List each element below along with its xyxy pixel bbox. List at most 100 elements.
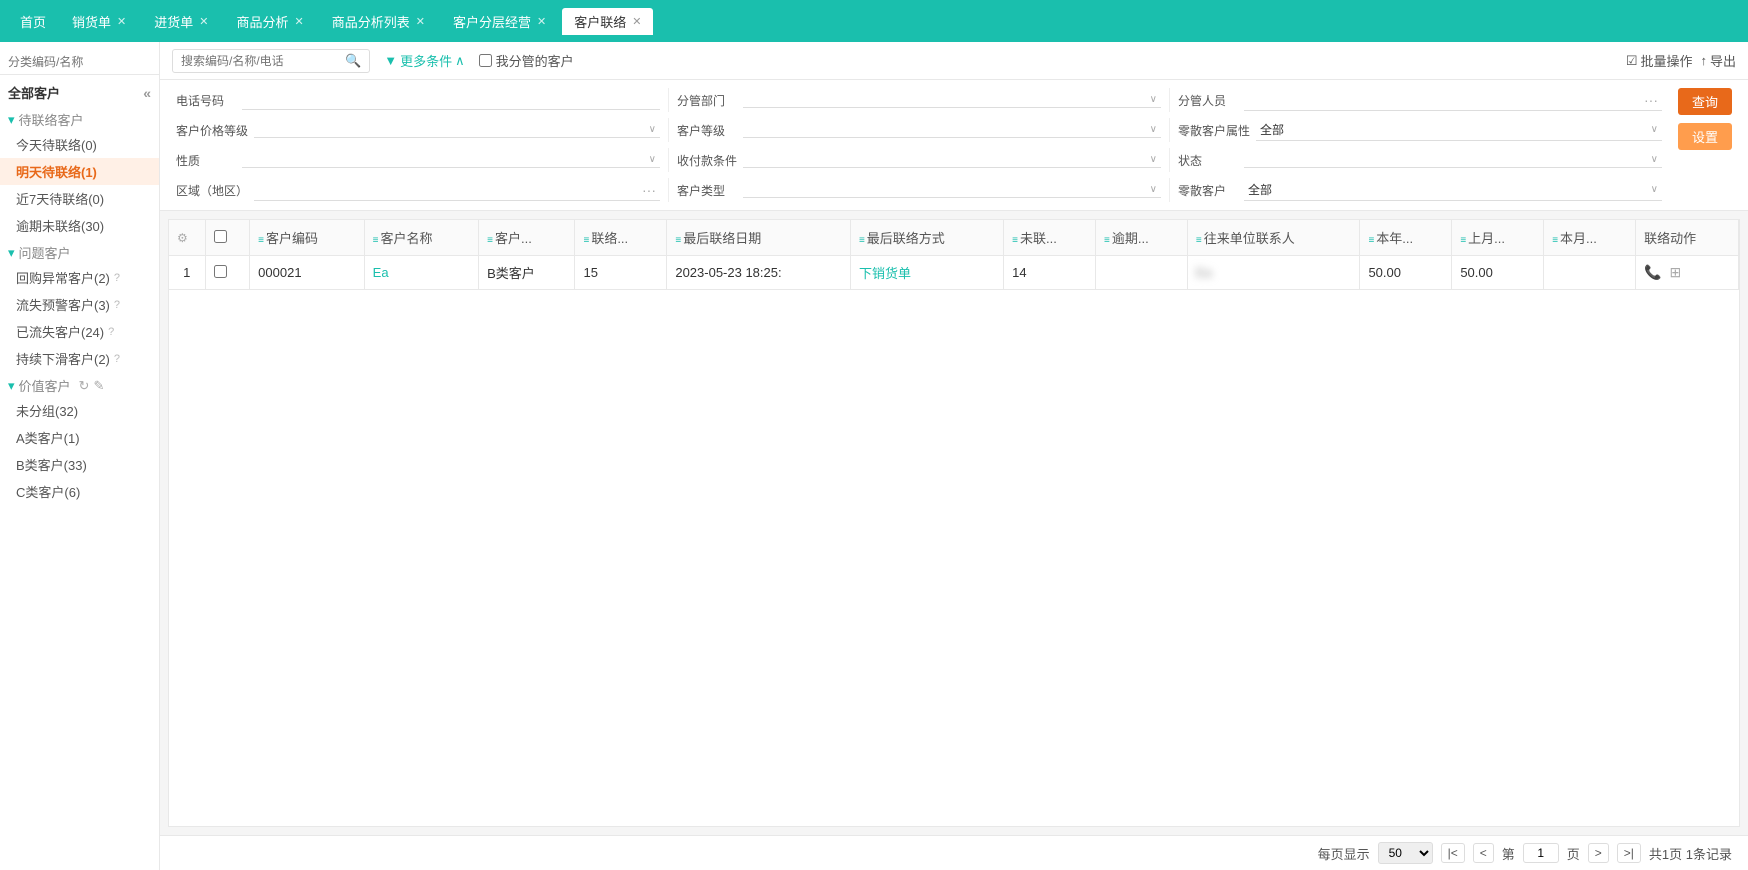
filter-phone: 电话号码 xyxy=(176,91,660,110)
sidebar-tomorrow-pending[interactable]: 明天待联络(1) xyxy=(0,158,159,185)
my-customers-filter[interactable]: 我分管的客户 xyxy=(479,51,574,70)
page-input[interactable] xyxy=(1523,843,1559,863)
filter-nature-select[interactable]: ∨ xyxy=(242,152,660,168)
export-btn[interactable]: ↑ 导出 xyxy=(1700,51,1736,70)
th-this-year: ≡本年... xyxy=(1360,220,1452,256)
page-label-2: 页 xyxy=(1567,844,1580,863)
th-gear[interactable]: ⚙ xyxy=(169,220,205,256)
sidebar-churned[interactable]: 已流失客户(24) ? xyxy=(0,318,159,345)
filter-retail-select[interactable]: 全部 ∨ xyxy=(1244,179,1662,201)
nav-segment-close[interactable]: ✕ xyxy=(537,15,546,28)
sidebar-ungrouped[interactable]: 未分组(32) xyxy=(0,397,159,424)
batch-op-btn[interactable]: ☑ 批量操作 xyxy=(1626,51,1693,70)
td-name[interactable]: Ea xyxy=(364,256,478,290)
td-last-method[interactable]: 下销货单 xyxy=(850,256,1003,290)
sidebar: 🔍 全部客户 « ▾ 待联络客户 今天待联络(0) 明天待联络(1) 近7天待联… xyxy=(0,42,160,870)
nav-customer-segment[interactable]: 客户分层经营 ✕ xyxy=(441,8,558,35)
settings-button[interactable]: 设置 xyxy=(1678,123,1732,150)
filter-level-select[interactable]: ∨ xyxy=(743,122,1161,138)
sidebar-declining[interactable]: 持续下滑客户(2) ? xyxy=(0,345,159,372)
last-page-btn[interactable]: >| xyxy=(1617,843,1641,863)
sidebar-overdue-pending[interactable]: 逾期未联络(30) xyxy=(0,212,159,239)
nav-home[interactable]: 首页 xyxy=(10,8,56,35)
filter-row-3: 性质 ∨ 收付款条件 ∨ xyxy=(176,148,1662,172)
payment-chevron: ∨ xyxy=(1150,154,1157,165)
th-checkbox[interactable] xyxy=(205,220,250,256)
nav-sales-close[interactable]: ✕ xyxy=(117,15,126,28)
filter-payment: 收付款条件 ∨ xyxy=(677,152,1161,169)
refresh-icon[interactable]: ↻ xyxy=(79,378,90,394)
nav-contact-close[interactable]: ✕ xyxy=(632,15,641,28)
filter-price-level: 客户价格等级 ∨ xyxy=(176,122,660,139)
filter-status: 状态 ∨ xyxy=(1178,152,1662,169)
filter-price-select[interactable]: ∨ xyxy=(254,122,660,138)
filter-actions: 查询 设置 xyxy=(1678,88,1732,202)
filter-retail: 零散客户 全部 ∨ xyxy=(1178,179,1662,201)
batch-op-label: 批量操作 xyxy=(1640,51,1692,70)
region-dots[interactable]: ··· xyxy=(642,182,656,198)
filter-retail-attr-label: 零散客户属性 xyxy=(1178,122,1250,139)
select-all-checkbox[interactable] xyxy=(214,230,227,243)
sidebar-search-input[interactable] xyxy=(8,55,160,69)
filter-type-select[interactable]: ∨ xyxy=(743,182,1161,198)
table-header-row: ⚙ ≡客户编码 ≡客户名称 ≡客户... ≡联络... ≡最后联络日期 ≡最后联… xyxy=(169,220,1739,256)
filter-type: 客户类型 ∨ xyxy=(677,182,1161,199)
filter-label: 更多条件 xyxy=(400,51,452,70)
filter-payment-select[interactable]: ∨ xyxy=(743,152,1161,168)
sidebar-7days-pending[interactable]: 近7天待联络(0) xyxy=(0,185,159,212)
sidebar-class-a[interactable]: A类客户(1) xyxy=(0,424,159,451)
nav-customer-segment-label: 客户分层经营 xyxy=(453,12,531,31)
my-customers-checkbox[interactable] xyxy=(479,54,492,67)
page-size-select[interactable]: 50 10 20 100 xyxy=(1378,842,1433,864)
search-input[interactable] xyxy=(181,54,341,68)
retail2-chevron: ∨ xyxy=(1651,184,1658,195)
more-filters-btn[interactable]: ▼ 更多条件 ∧ xyxy=(378,48,470,73)
nav-product-list-close[interactable]: ✕ xyxy=(416,15,425,28)
sidebar-class-c[interactable]: C类客户(6) xyxy=(0,478,159,505)
row-checkbox[interactable] xyxy=(214,265,227,278)
filter-retail-attr-select[interactable]: 全部 ∨ xyxy=(1256,119,1662,141)
manager-dots[interactable]: ··· xyxy=(1644,92,1658,108)
filter-region-select[interactable]: ··· xyxy=(254,180,660,201)
problem-customers-label: 问题客户 xyxy=(19,243,71,262)
next-page-btn[interactable]: > xyxy=(1588,843,1609,863)
help-icon-1: ? xyxy=(114,272,120,284)
collapse-btn[interactable]: « xyxy=(143,85,151,101)
nav-product-analysis[interactable]: 商品分析 ✕ xyxy=(224,8,315,35)
filter-status-select[interactable]: ∨ xyxy=(1244,152,1662,168)
home-label: 首页 xyxy=(20,12,46,31)
td-contact-person: Ea xyxy=(1187,256,1360,290)
nav-customer-contact[interactable]: 客户联络 ✕ xyxy=(562,8,653,35)
filter-manager: 分管人员 ··· xyxy=(1178,90,1662,111)
td-this-month xyxy=(1544,256,1636,290)
nav-product-analysis-list[interactable]: 商品分析列表 ✕ xyxy=(320,8,437,35)
query-button[interactable]: 查询 xyxy=(1678,88,1732,115)
export-icon: ↑ xyxy=(1700,53,1707,68)
filter-dept-select[interactable]: ∨ xyxy=(743,92,1161,108)
nav-product-close[interactable]: ✕ xyxy=(295,15,304,28)
td-checkbox[interactable] xyxy=(205,256,250,290)
filter-manager-label: 分管人员 xyxy=(1178,92,1238,109)
edit-icon[interactable]: ✎ xyxy=(93,378,104,394)
nav-contact-label: 客户联络 xyxy=(574,12,626,31)
search-icon[interactable]: 🔍 xyxy=(345,53,361,69)
nav-sales-order[interactable]: 销货单 ✕ xyxy=(60,8,138,35)
th-uncontacted: ≡未联... xyxy=(1004,220,1096,256)
first-page-btn[interactable]: |< xyxy=(1441,843,1465,863)
sidebar-churn-warning[interactable]: 流失预警客户(3) ? xyxy=(0,291,159,318)
grid-icon[interactable]: ⊞ xyxy=(1670,264,1682,281)
th-contact-person: ≡往来单位联系人 xyxy=(1187,220,1360,256)
level-chevron: ∨ xyxy=(1150,124,1157,135)
th-code: ≡客户编码 xyxy=(250,220,364,256)
call-icon[interactable]: 📞 xyxy=(1644,264,1661,281)
prev-page-btn[interactable]: < xyxy=(1473,843,1494,863)
sidebar-repurchase-abnormal[interactable]: 回购异常客户(2) ? xyxy=(0,264,159,291)
price-chevron: ∨ xyxy=(649,124,656,135)
nav-purchase-order[interactable]: 进货单 ✕ xyxy=(142,8,220,35)
th-last-date: ≡最后联络日期 xyxy=(667,220,851,256)
filter-phone-input[interactable] xyxy=(242,91,660,110)
filter-manager-select[interactable]: ··· xyxy=(1244,90,1662,111)
sidebar-today-pending[interactable]: 今天待联络(0) xyxy=(0,131,159,158)
nav-purchase-close[interactable]: ✕ xyxy=(199,15,208,28)
sidebar-class-b[interactable]: B类客户(33) xyxy=(0,451,159,478)
